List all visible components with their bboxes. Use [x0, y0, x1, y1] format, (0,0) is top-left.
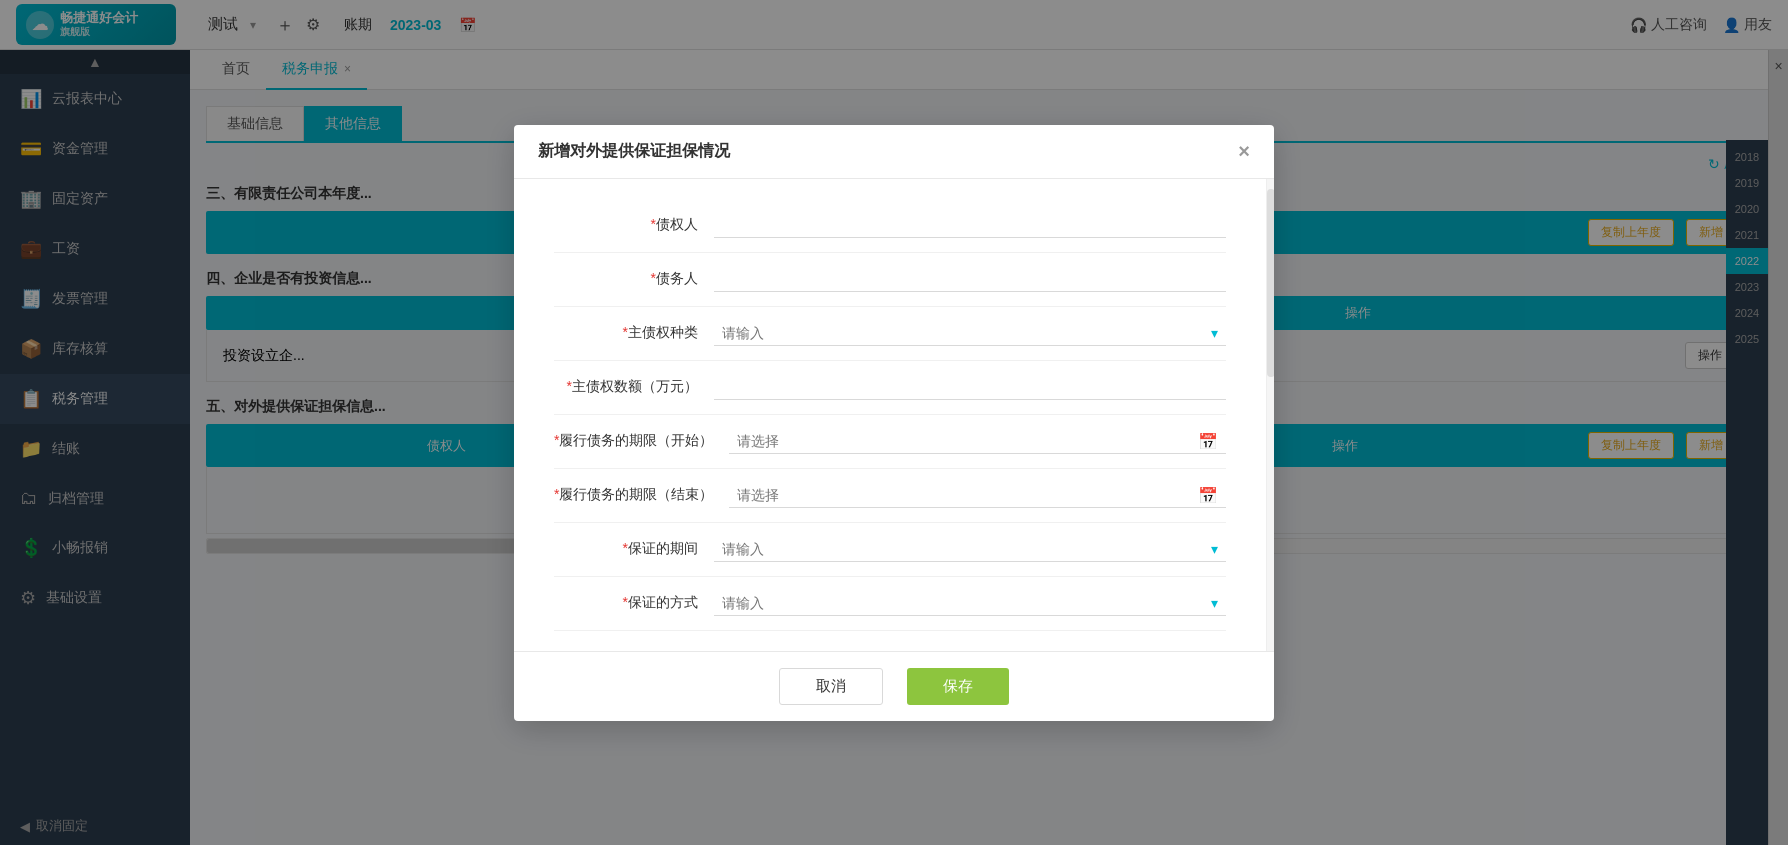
- required-star-7: *: [623, 540, 628, 556]
- required-star-8: *: [623, 594, 628, 610]
- required-star-2: *: [651, 270, 656, 286]
- dialog-header: 新增对外提供保证担保情况 ×: [514, 125, 1274, 179]
- dialog-close-button[interactable]: ×: [1238, 141, 1250, 161]
- guarantee-period-select-wrap: ▾: [714, 537, 1226, 562]
- required-star: *: [651, 216, 656, 232]
- guarantee-method-input[interactable]: [714, 591, 1226, 616]
- required-star-6: *: [554, 486, 559, 502]
- required-star-5: *: [554, 432, 559, 448]
- period-start-input[interactable]: [729, 429, 1226, 454]
- dialog-overlay: 新增对外提供保证担保情况 × *债权人 *债务人: [0, 0, 1788, 845]
- form-label-period-start: *履行债务的期限（开始）: [554, 432, 729, 450]
- form-label-guarantee-method: *保证的方式: [554, 594, 714, 612]
- save-button[interactable]: 保存: [907, 668, 1009, 705]
- form-label-debtor: *债务人: [554, 270, 714, 288]
- form-label-guarantee-period: *保证的期间: [554, 540, 714, 558]
- period-end-input[interactable]: [729, 483, 1226, 508]
- required-star-4: *: [567, 378, 572, 394]
- period-start-date-wrap: 📅: [729, 429, 1226, 454]
- dialog-body: *债权人 *债务人 *主债权种类: [514, 179, 1266, 651]
- form-row-debtor: *债务人: [554, 253, 1226, 307]
- creditor-type-select-wrap: ▾: [714, 321, 1226, 346]
- form-row-period-end: *履行债务的期限（结束） 📅: [554, 469, 1226, 523]
- debtor-input[interactable]: [714, 267, 1226, 292]
- form-label-creditor-amount: *主债权数额（万元）: [554, 378, 714, 396]
- guarantee-method-select-wrap: ▾: [714, 591, 1226, 616]
- period-end-date-wrap: 📅: [729, 483, 1226, 508]
- form-row-guarantee-period: *保证的期间 ▾: [554, 523, 1226, 577]
- creditor-type-input[interactable]: [714, 321, 1226, 346]
- creditor-input[interactable]: [714, 213, 1226, 238]
- dialog-footer: 取消 保存: [514, 651, 1274, 721]
- form-row-creditor-type: *主债权种类 ▾: [554, 307, 1226, 361]
- dialog-title: 新增对外提供保证担保情况: [538, 141, 730, 162]
- creditor-amount-input[interactable]: [714, 375, 1226, 400]
- guarantee-period-input[interactable]: [714, 537, 1226, 562]
- required-star-3: *: [623, 324, 628, 340]
- form-row-creditor-amount: *主债权数额（万元）: [554, 361, 1226, 415]
- add-guarantee-dialog: 新增对外提供保证担保情况 × *债权人 *债务人: [514, 125, 1274, 721]
- form-label-creditor: *债权人: [554, 216, 714, 234]
- form-label-period-end: *履行债务的期限（结束）: [554, 486, 729, 504]
- form-row-period-start: *履行债务的期限（开始） 📅: [554, 415, 1226, 469]
- cancel-button[interactable]: 取消: [779, 668, 883, 705]
- form-row-creditor: *债权人: [554, 199, 1226, 253]
- form-label-creditor-type: *主债权种类: [554, 324, 714, 342]
- form-row-guarantee-method: *保证的方式 ▾: [554, 577, 1226, 631]
